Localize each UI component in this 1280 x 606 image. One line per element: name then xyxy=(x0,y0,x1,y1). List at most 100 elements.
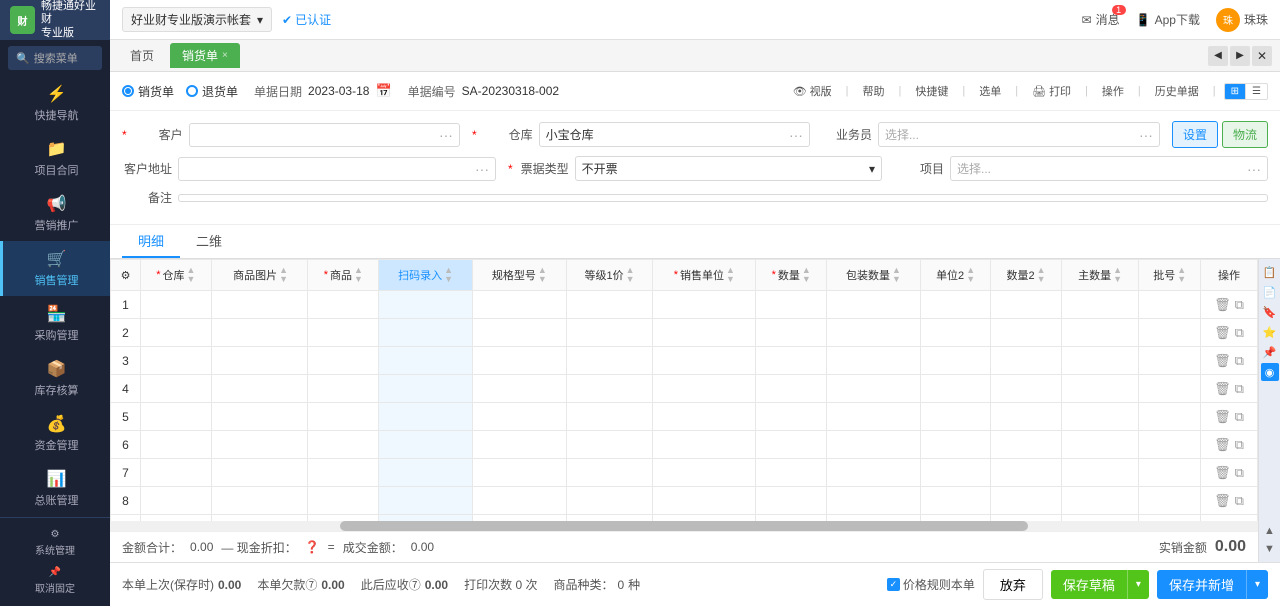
table-cell[interactable] xyxy=(991,431,1061,459)
table-scroll-container[interactable]: ⚙ *仓库▲▼ 商品图片▲▼ *商品▲▼ 扫码录入▲▼ 规格型号▲▼ 等级1价▲… xyxy=(110,259,1258,521)
table-cell[interactable] xyxy=(991,319,1061,347)
table-cell[interactable] xyxy=(653,347,756,375)
row-copy-btn[interactable]: ⧉ xyxy=(1235,465,1244,481)
save-new-dropdown[interactable]: ▾ xyxy=(1246,570,1268,599)
table-cell[interactable] xyxy=(308,319,379,347)
table-cell[interactable] xyxy=(308,375,379,403)
table-cell[interactable] xyxy=(1061,319,1139,347)
row-delete-btn[interactable]: 🗑 xyxy=(1214,353,1231,369)
row-copy-btn[interactable]: ⧉ xyxy=(1235,297,1244,313)
table-cell[interactable] xyxy=(308,487,379,515)
save-new-button[interactable]: 保存并新增 xyxy=(1157,570,1246,599)
right-panel-icon-5[interactable]: 📌 xyxy=(1261,343,1279,361)
row-copy-btn[interactable]: ⧉ xyxy=(1235,437,1244,453)
table-cell[interactable] xyxy=(827,403,921,431)
table-cell[interactable] xyxy=(920,291,990,319)
table-cell[interactable] xyxy=(566,459,653,487)
table-cell[interactable] xyxy=(141,291,212,319)
table-cell[interactable] xyxy=(991,375,1061,403)
right-panel-icon-4[interactable]: ⭐ xyxy=(1261,323,1279,341)
table-cell[interactable] xyxy=(211,403,308,431)
save-draft-dropdown[interactable]: ▾ xyxy=(1127,570,1149,599)
row-delete-btn[interactable]: 🗑 xyxy=(1214,465,1231,481)
sidebar-item-marketing[interactable]: 📢 营销推广 xyxy=(0,186,110,241)
table-cell[interactable] xyxy=(1139,403,1201,431)
tab-sales-order[interactable]: 销货单 × xyxy=(170,43,240,68)
table-cell[interactable] xyxy=(379,459,473,487)
table-cell[interactable] xyxy=(379,375,473,403)
table-cell[interactable] xyxy=(566,487,653,515)
col-settings-icon[interactable]: ⚙ xyxy=(111,260,141,291)
table-cell[interactable] xyxy=(991,487,1061,515)
sidebar-item-cancel-fixed[interactable]: 📌 取消固定 xyxy=(0,562,110,600)
table-cell[interactable] xyxy=(379,431,473,459)
row-copy-btn[interactable]: ⧉ xyxy=(1235,381,1244,397)
row-copy-btn[interactable]: ⧉ xyxy=(1235,493,1244,509)
sidebar-item-quick-nav[interactable]: ⚡ 快捷导航 xyxy=(0,76,110,131)
table-cell[interactable] xyxy=(308,347,379,375)
messages-button[interactable]: ✉ 消息 1 xyxy=(1082,11,1120,28)
table-cell[interactable] xyxy=(827,487,921,515)
calendar-icon[interactable]: 📅 xyxy=(375,83,391,99)
right-panel-icon-6[interactable]: ◉ xyxy=(1261,363,1279,381)
table-cell[interactable] xyxy=(141,319,212,347)
right-panel-icon-2[interactable]: 📄 xyxy=(1261,283,1279,301)
table-cell[interactable] xyxy=(991,403,1061,431)
row-delete-btn[interactable]: 🗑 xyxy=(1214,297,1231,313)
table-cell[interactable] xyxy=(653,459,756,487)
row-delete-btn[interactable]: 🗑 xyxy=(1214,437,1231,453)
right-panel-scroll-up[interactable]: ▲ xyxy=(1261,522,1279,540)
table-cell[interactable] xyxy=(211,347,308,375)
row-delete-btn[interactable]: 🗑 xyxy=(1214,381,1231,397)
table-cell[interactable] xyxy=(211,431,308,459)
table-cell[interactable] xyxy=(472,375,566,403)
salesperson-input[interactable]: 选择... ··· xyxy=(878,122,1160,147)
search-menu-button[interactable]: 🔍 搜索菜单 xyxy=(8,46,102,70)
table-cell[interactable] xyxy=(141,347,212,375)
sidebar-item-accounts[interactable]: 📊 总账管理 xyxy=(0,461,110,516)
table-cell[interactable] xyxy=(141,459,212,487)
table-cell[interactable] xyxy=(756,487,827,515)
table-cell[interactable] xyxy=(211,459,308,487)
table-cell[interactable] xyxy=(653,403,756,431)
table-cell[interactable] xyxy=(472,291,566,319)
table-cell[interactable] xyxy=(1139,347,1201,375)
toolbar-shortcut-btn[interactable]: 快捷键 xyxy=(909,80,954,102)
table-cell[interactable] xyxy=(211,487,308,515)
toolbar-help-btn[interactable]: 帮助 xyxy=(857,80,891,102)
table-cell[interactable] xyxy=(920,347,990,375)
table-cell[interactable] xyxy=(756,403,827,431)
company-selector[interactable]: 好业财专业版演示帐套 ▾ xyxy=(122,7,272,32)
table-cell[interactable] xyxy=(1061,291,1139,319)
table-cell[interactable] xyxy=(827,375,921,403)
table-cell[interactable] xyxy=(1139,319,1201,347)
table-cell[interactable] xyxy=(141,487,212,515)
table-cell[interactable] xyxy=(1139,431,1201,459)
toolbar-ops-btn[interactable]: 操作 xyxy=(1096,80,1130,102)
radio-return-order[interactable]: 退货单 xyxy=(186,83,238,100)
table-cell[interactable] xyxy=(308,431,379,459)
table-cell[interactable] xyxy=(920,319,990,347)
table-cell[interactable] xyxy=(566,347,653,375)
save-draft-button[interactable]: 保存草稿 xyxy=(1051,570,1127,599)
sidebar-item-finance[interactable]: 💰 资金管理 xyxy=(0,406,110,461)
table-cell[interactable] xyxy=(920,459,990,487)
table-cell[interactable] xyxy=(756,319,827,347)
table-cell[interactable] xyxy=(827,319,921,347)
table-cell[interactable] xyxy=(566,375,653,403)
salesperson-dots[interactable]: ··· xyxy=(1139,127,1153,143)
tab-close-button[interactable]: ✕ xyxy=(1252,46,1272,66)
table-cell[interactable] xyxy=(653,431,756,459)
customer-dots[interactable]: ··· xyxy=(439,127,453,143)
table-cell[interactable] xyxy=(653,319,756,347)
invoice-select[interactable]: 不开票 ▾ xyxy=(575,156,882,181)
view-grid-btn[interactable]: ⊞ xyxy=(1225,84,1246,99)
table-cell[interactable] xyxy=(756,291,827,319)
settings-button[interactable]: 设置 xyxy=(1172,121,1218,148)
logistics-button[interactable]: 物流 xyxy=(1222,121,1268,148)
tab-next-arrow[interactable]: ▶ xyxy=(1230,46,1250,66)
table-cell[interactable] xyxy=(1061,403,1139,431)
tab-close-icon[interactable]: × xyxy=(222,50,228,61)
table-cell[interactable] xyxy=(827,291,921,319)
table-cell[interactable] xyxy=(211,291,308,319)
